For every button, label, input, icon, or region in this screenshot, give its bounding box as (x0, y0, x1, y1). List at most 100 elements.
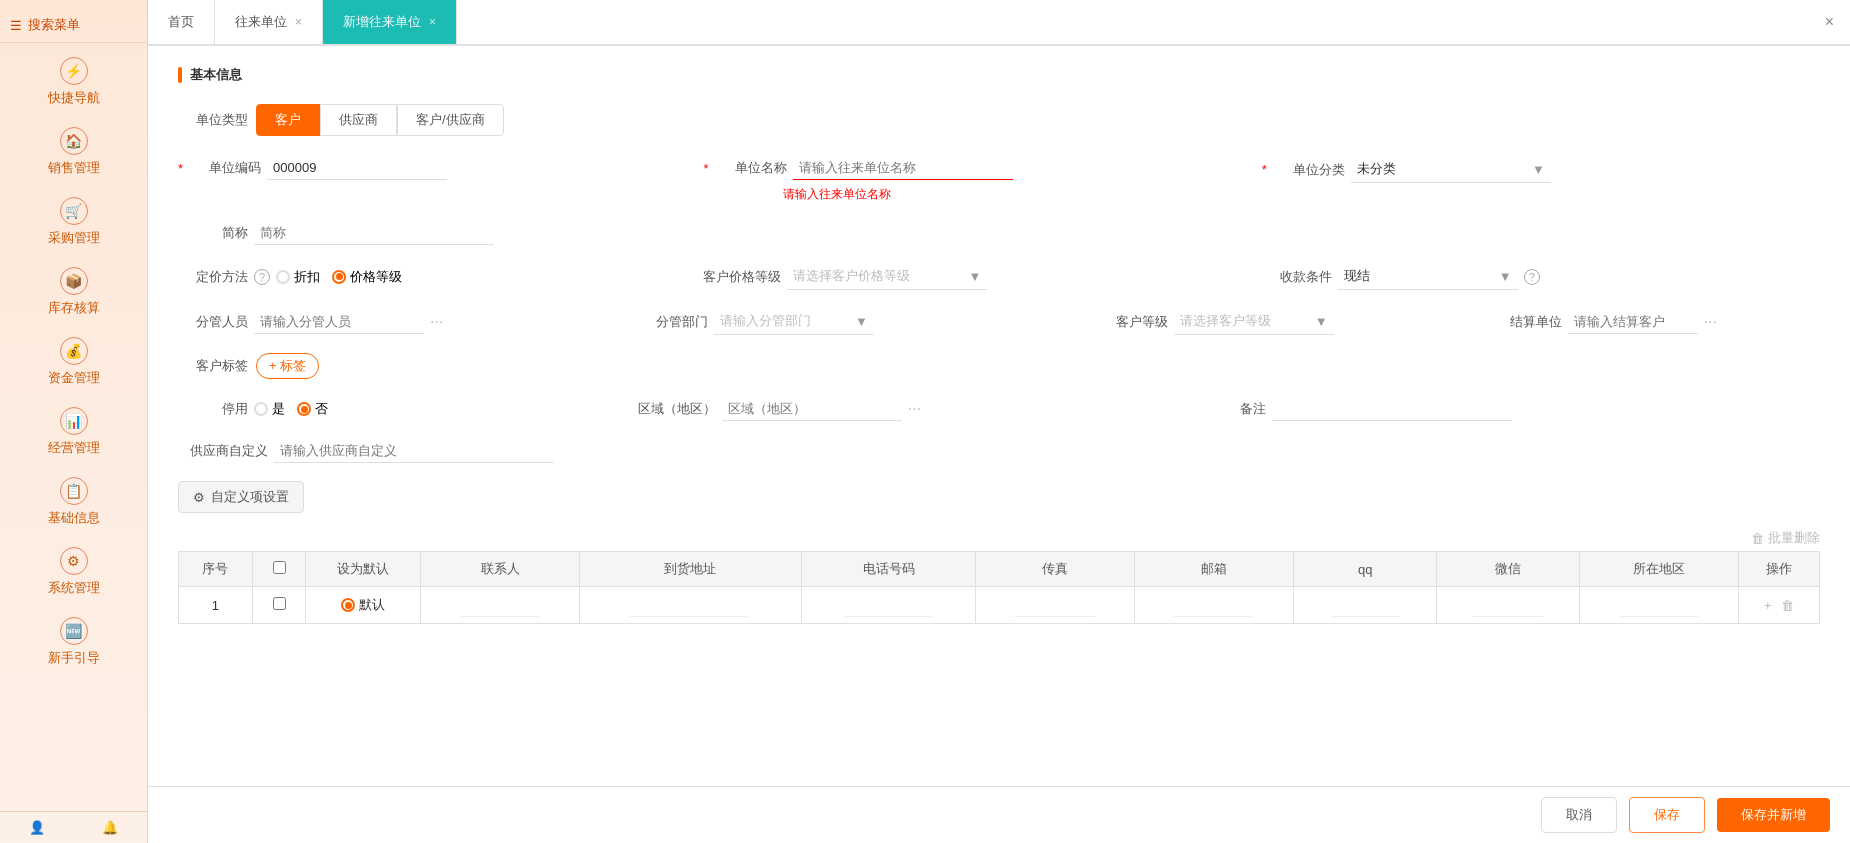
batch-delete-label[interactable]: 批量删除 (1768, 529, 1820, 547)
batch-delete-icon: 🗑 (1751, 531, 1764, 546)
disable-radio-group: 是 否 (254, 400, 328, 418)
manager-more-button[interactable]: ··· (430, 313, 443, 331)
settlement-input[interactable] (1568, 310, 1698, 334)
sidebar-item-label: 系统管理 (48, 579, 100, 597)
delete-row-button[interactable]: 🗑 (1781, 598, 1794, 613)
customer-level-select[interactable]: 请选择客户等级 ▼ (1174, 308, 1334, 335)
cancel-button[interactable]: 取消 (1541, 797, 1617, 833)
sidebar-item-operation[interactable]: 📊 经营管理 (0, 397, 147, 467)
sidebar-item-quick-nav[interactable]: ⚡ 快捷导航 (0, 47, 147, 117)
select-all-checkbox[interactable] (273, 561, 286, 574)
table-row: 1 默认 (179, 587, 1820, 624)
row-contact-input[interactable] (460, 593, 540, 617)
unit-type-group: 单位类型 客户 供应商 客户/供应商 (178, 104, 504, 136)
sidebar-item-label: 资金管理 (48, 369, 100, 387)
manager-row: 分管人员 ··· 分管部门 请输入分管部门 ▼ 客户等级 请选择客户等级 ▼ 结… (178, 308, 1820, 335)
window-close-button[interactable]: × (1809, 0, 1850, 44)
department-select[interactable]: 请输入分管部门 ▼ (714, 308, 874, 335)
pricing-radio-grade[interactable]: 价格等级 (332, 268, 402, 286)
chevron-down-icon4: ▼ (855, 314, 868, 329)
unit-code-input[interactable] (267, 156, 447, 180)
unit-name-input[interactable] (793, 156, 1013, 180)
th-checkbox (252, 552, 305, 587)
sidebar-item-label: 采购管理 (48, 229, 100, 247)
disable-radio-yes[interactable]: 是 (254, 400, 285, 418)
type-btn-supplier[interactable]: 供应商 (320, 104, 397, 136)
abbr-input[interactable] (254, 221, 494, 245)
sidebar-item-purchase[interactable]: 🛒 采购管理 (0, 187, 147, 257)
chevron-down-icon2: ▼ (969, 269, 982, 284)
chevron-down-icon: ▼ (1532, 162, 1545, 177)
row-email-input[interactable] (1174, 593, 1254, 617)
pricing-radio-group: 折扣 价格等级 (276, 268, 402, 286)
sidebar-item-sales[interactable]: 🏠 销售管理 (0, 117, 147, 187)
customer-price-select[interactable]: 请选择客户价格等级 ▼ (787, 263, 987, 290)
chevron-down-icon5: ▼ (1315, 314, 1328, 329)
save-button[interactable]: 保存 (1629, 797, 1705, 833)
row-region-input[interactable] (1619, 593, 1699, 617)
tab-new-partner-close[interactable]: × (429, 15, 436, 29)
row-wechat-input[interactable] (1473, 593, 1543, 617)
row-qq-input[interactable] (1330, 593, 1400, 617)
unit-name-label: 单位名称 (717, 159, 787, 177)
row-default-radio[interactable]: 默认 (316, 596, 410, 614)
sidebar-item-finance[interactable]: 💰 资金管理 (0, 327, 147, 397)
tag-label: 客户标签 (178, 357, 248, 375)
unit-name-group: * 单位名称 请输入往来单位名称 (703, 156, 1261, 203)
tab-home[interactable]: 首页 (148, 0, 215, 44)
batch-delete-area: 🗑 批量删除 (178, 529, 1820, 547)
add-tag-button[interactable]: + 标签 (256, 353, 319, 379)
type-btn-customer[interactable]: 客户 (256, 104, 320, 136)
sidebar-user-icon[interactable]: 👤 (29, 820, 45, 835)
sidebar-item-label: 库存核算 (48, 299, 100, 317)
grade-radio (332, 270, 346, 284)
save-and-new-button[interactable]: 保存并新增 (1717, 798, 1830, 832)
disable-radio-no[interactable]: 否 (297, 400, 328, 418)
disable-yes-label: 是 (272, 400, 285, 418)
supplier-custom-group: 供应商自定义 (178, 439, 554, 463)
tab-new-partner[interactable]: 新增往来单位 × (323, 0, 457, 44)
custom-settings-button[interactable]: ⚙ 自定义项设置 (178, 481, 304, 513)
department-label: 分管部门 (638, 313, 708, 331)
supplier-custom-input[interactable] (274, 439, 554, 463)
sidebar-item-inventory[interactable]: 📦 库存核算 (0, 257, 147, 327)
row-phone-input[interactable] (844, 593, 934, 617)
sidebar-search[interactable]: ☰ 搜索菜单 (0, 8, 147, 43)
customer-price-group: 客户价格等级 请选择客户价格等级 ▼ (703, 263, 1261, 290)
pricing-help-icon[interactable]: ? (254, 269, 270, 285)
pricing-radio-discount[interactable]: 折扣 (276, 268, 320, 286)
sidebar: ☰ 搜索菜单 ⚡ 快捷导航 🏠 销售管理 🛒 采购管理 📦 库存核算 💰 资金管… (0, 0, 148, 843)
remark-input[interactable] (1272, 397, 1512, 421)
settlement-more-button[interactable]: ··· (1704, 313, 1717, 331)
add-row-button[interactable]: + (1764, 598, 1772, 613)
discount-radio (276, 270, 290, 284)
sidebar-notify-icon[interactable]: 🔔 (102, 820, 118, 835)
region-more-button[interactable]: ··· (908, 400, 921, 418)
supplier-custom-row: 供应商自定义 (178, 439, 1820, 463)
payment-help-icon[interactable]: ? (1524, 269, 1540, 285)
manager-input[interactable] (254, 310, 424, 334)
department-group: 分管部门 请输入分管部门 ▼ (638, 308, 1098, 335)
sidebar-item-basic[interactable]: 📋 基础信息 (0, 467, 147, 537)
unit-category-select[interactable]: 未分类 ▼ (1351, 156, 1551, 183)
row-action-cell: + 🗑 (1739, 587, 1820, 624)
default-radio-dot (345, 602, 352, 609)
sidebar-item-guide[interactable]: 🆕 新手引导 (0, 607, 147, 677)
payment-condition-select[interactable]: 现结 ▼ (1338, 263, 1518, 290)
region-input[interactable] (722, 397, 902, 421)
tab-partner[interactable]: 往来单位 × (215, 0, 323, 44)
th-address: 到货地址 (580, 552, 802, 587)
type-btn-both[interactable]: 客户/供应商 (397, 104, 504, 136)
row-fax-input[interactable] (1015, 593, 1095, 617)
tag-group: 客户标签 + 标签 (178, 353, 319, 379)
sidebar-footer: 👤 🔔 (0, 811, 147, 843)
remark-group: 备注 (1196, 397, 1689, 421)
row-checkbox[interactable] (273, 597, 286, 610)
th-email: 邮箱 (1135, 552, 1294, 587)
row-address-input[interactable] (630, 593, 750, 617)
th-action: 操作 (1739, 552, 1820, 587)
disable-row: 停用 是 否 区域（地区） ··· (178, 397, 1820, 421)
sidebar-item-system[interactable]: ⚙ 系统管理 (0, 537, 147, 607)
tab-partner-close[interactable]: × (295, 15, 302, 29)
inventory-icon: 📦 (60, 267, 88, 295)
